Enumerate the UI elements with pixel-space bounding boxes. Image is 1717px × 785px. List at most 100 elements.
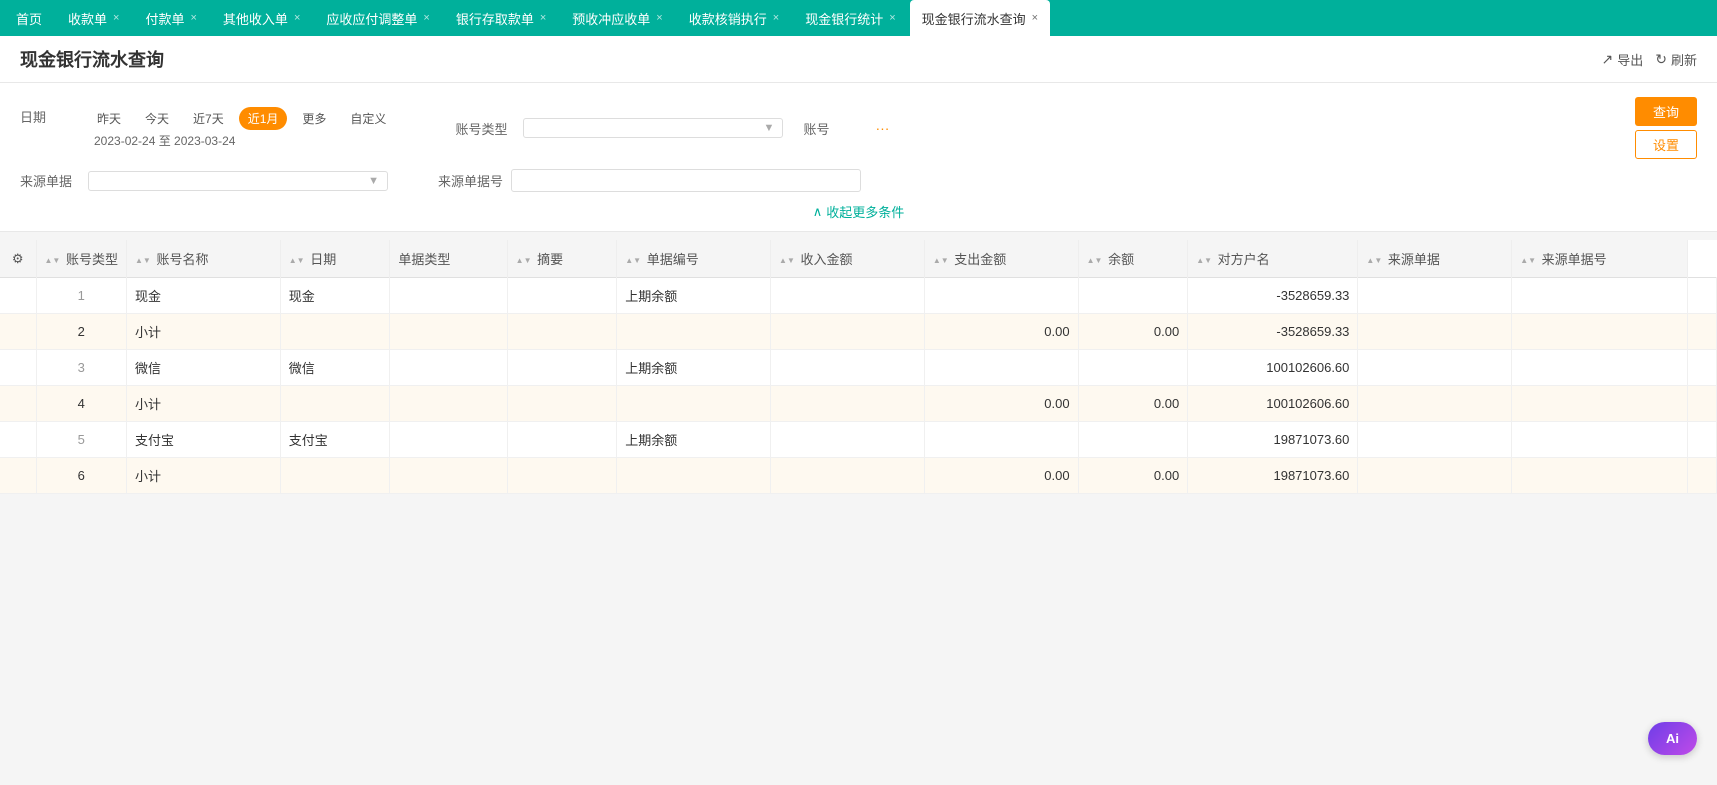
top-nav: 首页 收款单 × 付款单 × 其他收入单 × 应收应付调整单 × 银行存取款单 … bbox=[0, 0, 1717, 36]
source-doc-num-input[interactable] bbox=[511, 169, 861, 192]
refresh-label: 刷新 bbox=[1671, 50, 1697, 69]
close-icon[interactable]: × bbox=[294, 12, 300, 24]
th-account-name[interactable]: ▲▼ 账号名称 bbox=[126, 240, 280, 278]
cell-doc-type bbox=[507, 386, 617, 422]
close-icon[interactable]: × bbox=[190, 12, 196, 24]
cell-account-name bbox=[280, 458, 390, 494]
receipt-label: 收款单 bbox=[68, 9, 107, 28]
date-btn-more[interactable]: 更多 bbox=[293, 107, 335, 130]
export-icon: ↗ bbox=[1602, 51, 1614, 68]
cell-counterparty bbox=[1358, 278, 1512, 314]
th-income[interactable]: ▲▼ 收入金额 bbox=[771, 240, 925, 278]
data-table: ⚙ ▲▼ 账号类型 ▲▼ 账号名称 ▲▼ 日期 单据类型 ▲▼ 摘要 bbox=[0, 240, 1717, 494]
collapse-arrow-icon: ∧ bbox=[813, 204, 823, 220]
row-number: 5 bbox=[36, 422, 126, 458]
date-btn-yesterday[interactable]: 昨天 bbox=[88, 107, 130, 130]
ai-assistant-button[interactable]: Ai bbox=[1648, 722, 1697, 755]
cell-doc-no bbox=[771, 350, 925, 386]
close-icon[interactable]: × bbox=[1032, 12, 1038, 24]
account-type-select[interactable]: ▼ bbox=[523, 118, 783, 138]
cell-date bbox=[390, 386, 507, 422]
source-doc-select[interactable]: ▼ bbox=[88, 171, 388, 191]
nav-tab-ar-ap-adjust[interactable]: 应收应付调整单 × bbox=[314, 0, 441, 36]
cell-income: 0.00 bbox=[924, 386, 1078, 422]
cell-source-doc bbox=[1512, 350, 1688, 386]
date-btn-custom[interactable]: 自定义 bbox=[341, 107, 395, 130]
th-balance[interactable]: ▲▼ 余额 bbox=[1078, 240, 1188, 278]
th-expense[interactable]: ▲▼ 支出金额 bbox=[924, 240, 1078, 278]
table-row: 2小计0.000.00-3528659.33 bbox=[0, 314, 1717, 350]
nav-tab-payment[interactable]: 付款单 × bbox=[133, 0, 208, 36]
close-icon[interactable]: × bbox=[773, 12, 779, 24]
nav-tab-prepaid-clear[interactable]: 预收冲应收单 × bbox=[560, 0, 674, 36]
cell-counterparty bbox=[1358, 314, 1512, 350]
source-doc-filter-group: 来源单据 ▼ bbox=[20, 171, 388, 191]
close-icon[interactable]: × bbox=[423, 12, 429, 24]
date-btn-7days[interactable]: 近7天 bbox=[184, 107, 233, 130]
close-icon[interactable]: × bbox=[656, 12, 662, 24]
th-doc-no[interactable]: ▲▼ 单据编号 bbox=[617, 240, 771, 278]
cell-source-doc bbox=[1512, 422, 1688, 458]
close-icon[interactable]: × bbox=[889, 12, 895, 24]
th-doc-type: 单据类型 bbox=[390, 240, 507, 278]
nav-tab-other-income[interactable]: 其他收入单 × bbox=[211, 0, 312, 36]
sort-arrows-icon: ▲▼ bbox=[1366, 257, 1382, 265]
cell-doc-no bbox=[771, 458, 925, 494]
close-icon[interactable]: × bbox=[540, 12, 546, 24]
th-account-type[interactable]: ▲▼ 账号类型 bbox=[36, 240, 126, 278]
ai-label: Ai bbox=[1666, 731, 1679, 746]
th-source-doc[interactable]: ▲▼ 来源单据 bbox=[1358, 240, 1512, 278]
header-actions: ↗ 导出 ↻ 刷新 bbox=[1602, 50, 1698, 69]
filter-row-2: 来源单据 ▼ 来源单据号 bbox=[20, 169, 1697, 192]
nav-tab-cash-bank-stat[interactable]: 现金银行统计 × bbox=[793, 0, 907, 36]
ar-ap-adjust-label: 应收应付调整单 bbox=[326, 9, 417, 28]
th-date[interactable]: ▲▼ 日期 bbox=[280, 240, 390, 278]
nav-tab-receipt[interactable]: 收款单 × bbox=[56, 0, 131, 36]
cell-expense: 0.00 bbox=[1078, 386, 1188, 422]
settings-button[interactable]: 设置 bbox=[1635, 130, 1697, 159]
cell-gear bbox=[0, 386, 36, 422]
nav-tab-cash-bank-query[interactable]: 现金银行流水查询 × bbox=[910, 0, 1050, 36]
nav-tab-bank-deposit[interactable]: 银行存取款单 × bbox=[444, 0, 558, 36]
cell-date bbox=[390, 278, 507, 314]
th-gear: ⚙ bbox=[0, 240, 36, 278]
table-row: 1现金现金上期余额-3528659.33 bbox=[0, 278, 1717, 314]
dropdown-arrow-icon: ▼ bbox=[764, 122, 775, 134]
cell-source-doc-no bbox=[1688, 278, 1717, 314]
gear-icon[interactable]: ⚙ bbox=[12, 251, 24, 266]
sort-arrows-icon: ▲▼ bbox=[625, 257, 641, 265]
cell-balance: 100102606.60 bbox=[1188, 350, 1358, 386]
cell-counterparty bbox=[1358, 458, 1512, 494]
date-btn-1month[interactable]: 近1月 bbox=[239, 107, 288, 130]
th-summary[interactable]: ▲▼ 摘要 bbox=[507, 240, 617, 278]
collapse-bar[interactable]: ∧ 收起更多条件 bbox=[20, 202, 1697, 221]
cell-balance: 19871073.60 bbox=[1188, 458, 1358, 494]
cell-gear bbox=[0, 278, 36, 314]
date-btn-today[interactable]: 今天 bbox=[136, 107, 178, 130]
close-icon[interactable]: × bbox=[113, 12, 119, 24]
refresh-button[interactable]: ↻ 刷新 bbox=[1655, 50, 1697, 69]
nav-tab-home[interactable]: 首页 bbox=[4, 0, 54, 36]
cell-source-doc-no bbox=[1688, 350, 1717, 386]
cell-doc-no bbox=[771, 314, 925, 350]
cell-counterparty bbox=[1358, 386, 1512, 422]
nav-tab-receipt-verify[interactable]: 收款核销执行 × bbox=[677, 0, 791, 36]
th-counterparty[interactable]: ▲▼ 对方户名 bbox=[1188, 240, 1358, 278]
row-number: 1 bbox=[36, 278, 126, 314]
query-button[interactable]: 查询 bbox=[1635, 97, 1697, 126]
cell-source-doc-no bbox=[1688, 314, 1717, 350]
cell-gear bbox=[0, 422, 36, 458]
export-button[interactable]: ↗ 导出 bbox=[1602, 50, 1644, 69]
row-number: 4 bbox=[36, 386, 126, 422]
row-number: 6 bbox=[36, 458, 126, 494]
th-source-doc-no[interactable]: ▲▼ 来源单据号 bbox=[1512, 240, 1688, 278]
cell-doc-type bbox=[507, 422, 617, 458]
sort-arrows-icon: ▲▼ bbox=[289, 257, 305, 265]
cell-gear bbox=[0, 350, 36, 386]
row-number: 2 bbox=[36, 314, 126, 350]
cell-income bbox=[924, 278, 1078, 314]
account-ellipsis-button[interactable]: ··· bbox=[871, 120, 893, 136]
home-label: 首页 bbox=[16, 9, 42, 28]
sort-arrows-icon: ▲▼ bbox=[135, 257, 151, 265]
cell-source-doc bbox=[1512, 458, 1688, 494]
